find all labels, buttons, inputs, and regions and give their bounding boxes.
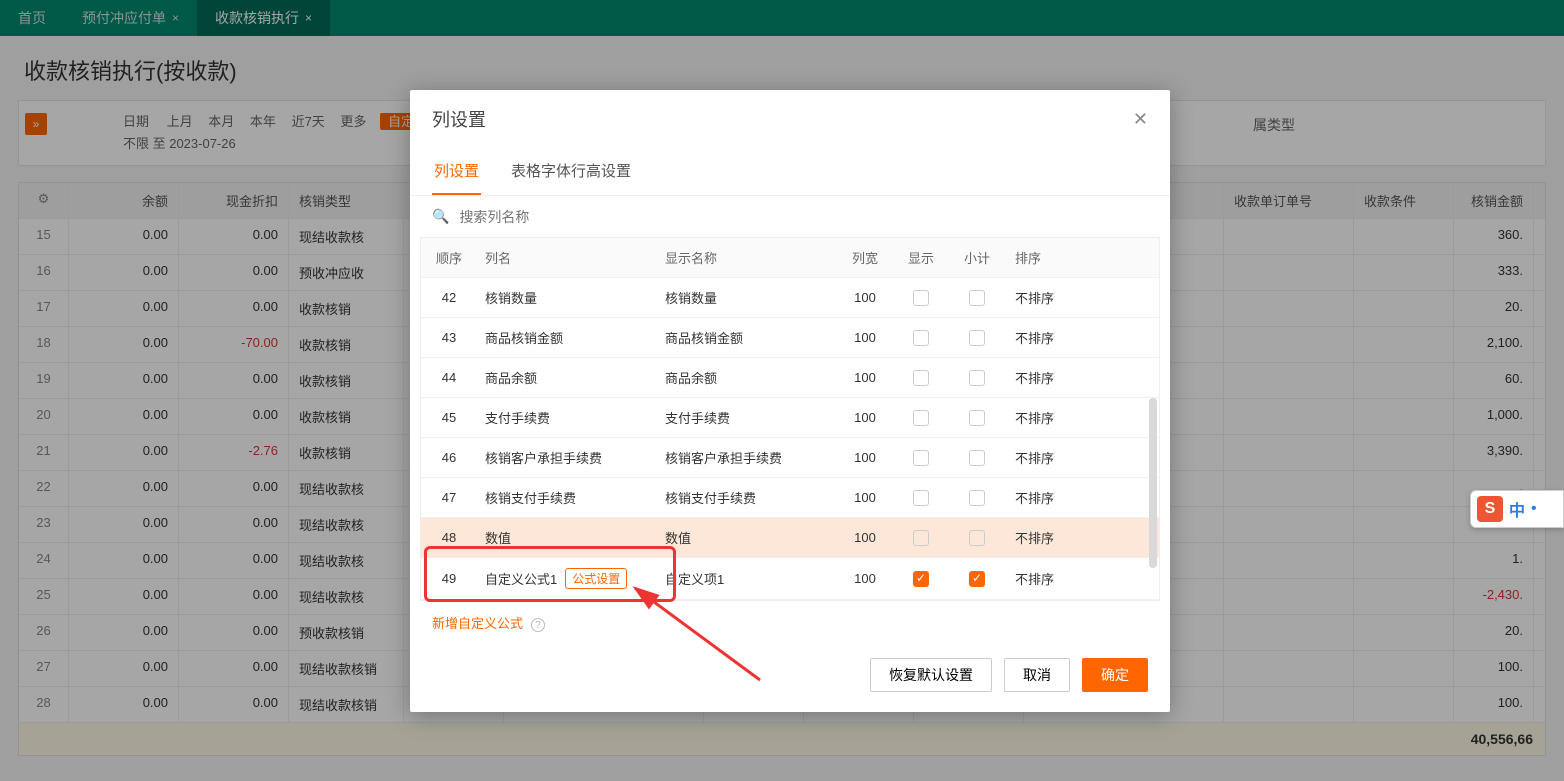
column-config-row[interactable]: 43商品核销金额商品核销金额100不排序 xyxy=(421,318,1159,358)
column-config-row[interactable]: 42核销数量核销数量100不排序 xyxy=(421,278,1159,318)
ime-more-icon: • xyxy=(1531,500,1537,518)
show-checkbox[interactable] xyxy=(913,290,929,306)
column-config-row[interactable]: 44商品余额商品余额100不排序 xyxy=(421,358,1159,398)
show-checkbox[interactable] xyxy=(913,370,929,386)
help-icon[interactable]: ? xyxy=(531,618,545,632)
scrollbar[interactable] xyxy=(1149,398,1157,568)
modal-table-header: 顺序 列名 显示名称 列宽 显示 小计 排序 xyxy=(421,238,1159,278)
subtotal-checkbox[interactable] xyxy=(969,370,985,386)
modal-tab-font[interactable]: 表格字体行高设置 xyxy=(509,148,633,195)
ime-mode: 中 xyxy=(1509,497,1525,521)
modal-title: 列设置 xyxy=(432,106,486,132)
show-checkbox[interactable] xyxy=(913,530,929,546)
ime-logo-icon: S xyxy=(1477,496,1503,522)
column-settings-modal: 列设置 ✕ 列设置 表格字体行高设置 🔍 顺序 列名 显示名称 列宽 显示 小计… xyxy=(410,90,1170,712)
subtotal-checkbox[interactable] xyxy=(969,490,985,506)
subtotal-checkbox[interactable] xyxy=(969,290,985,306)
close-icon[interactable]: ✕ xyxy=(1133,109,1148,130)
show-checkbox[interactable] xyxy=(913,450,929,466)
search-icon: 🔍 xyxy=(432,208,449,225)
subtotal-checkbox[interactable] xyxy=(969,410,985,426)
column-config-row[interactable]: 47核销支付手续费核销支付手续费100不排序 xyxy=(421,478,1159,518)
ime-indicator[interactable]: S 中 • xyxy=(1470,490,1564,528)
column-config-row[interactable]: 45支付手续费支付手续费100不排序 xyxy=(421,398,1159,438)
show-checkbox[interactable] xyxy=(913,490,929,506)
column-config-row[interactable]: 48数值数值100不排序 xyxy=(421,518,1159,558)
column-config-row[interactable]: 46核销客户承担手续费核销客户承担手续费100不排序 xyxy=(421,438,1159,478)
show-checkbox[interactable] xyxy=(913,330,929,346)
reset-default-button[interactable]: 恢复默认设置 xyxy=(870,658,992,692)
formula-settings-button[interactable]: 公式设置 xyxy=(565,568,627,589)
subtotal-checkbox[interactable] xyxy=(969,450,985,466)
search-columns-input[interactable] xyxy=(459,209,1148,225)
subtotal-checkbox[interactable] xyxy=(969,571,985,587)
modal-tab-columns[interactable]: 列设置 xyxy=(432,148,481,195)
subtotal-checkbox[interactable] xyxy=(969,530,985,546)
column-config-row[interactable]: 49自定义公式1 公式设置自定义项1100不排序 xyxy=(421,558,1159,600)
cancel-button[interactable]: 取消 xyxy=(1004,658,1070,692)
show-checkbox[interactable] xyxy=(913,410,929,426)
subtotal-checkbox[interactable] xyxy=(969,330,985,346)
add-custom-formula-link[interactable]: 新增自定义公式 xyxy=(432,616,523,631)
show-checkbox[interactable] xyxy=(913,571,929,587)
ok-button[interactable]: 确定 xyxy=(1082,658,1148,692)
